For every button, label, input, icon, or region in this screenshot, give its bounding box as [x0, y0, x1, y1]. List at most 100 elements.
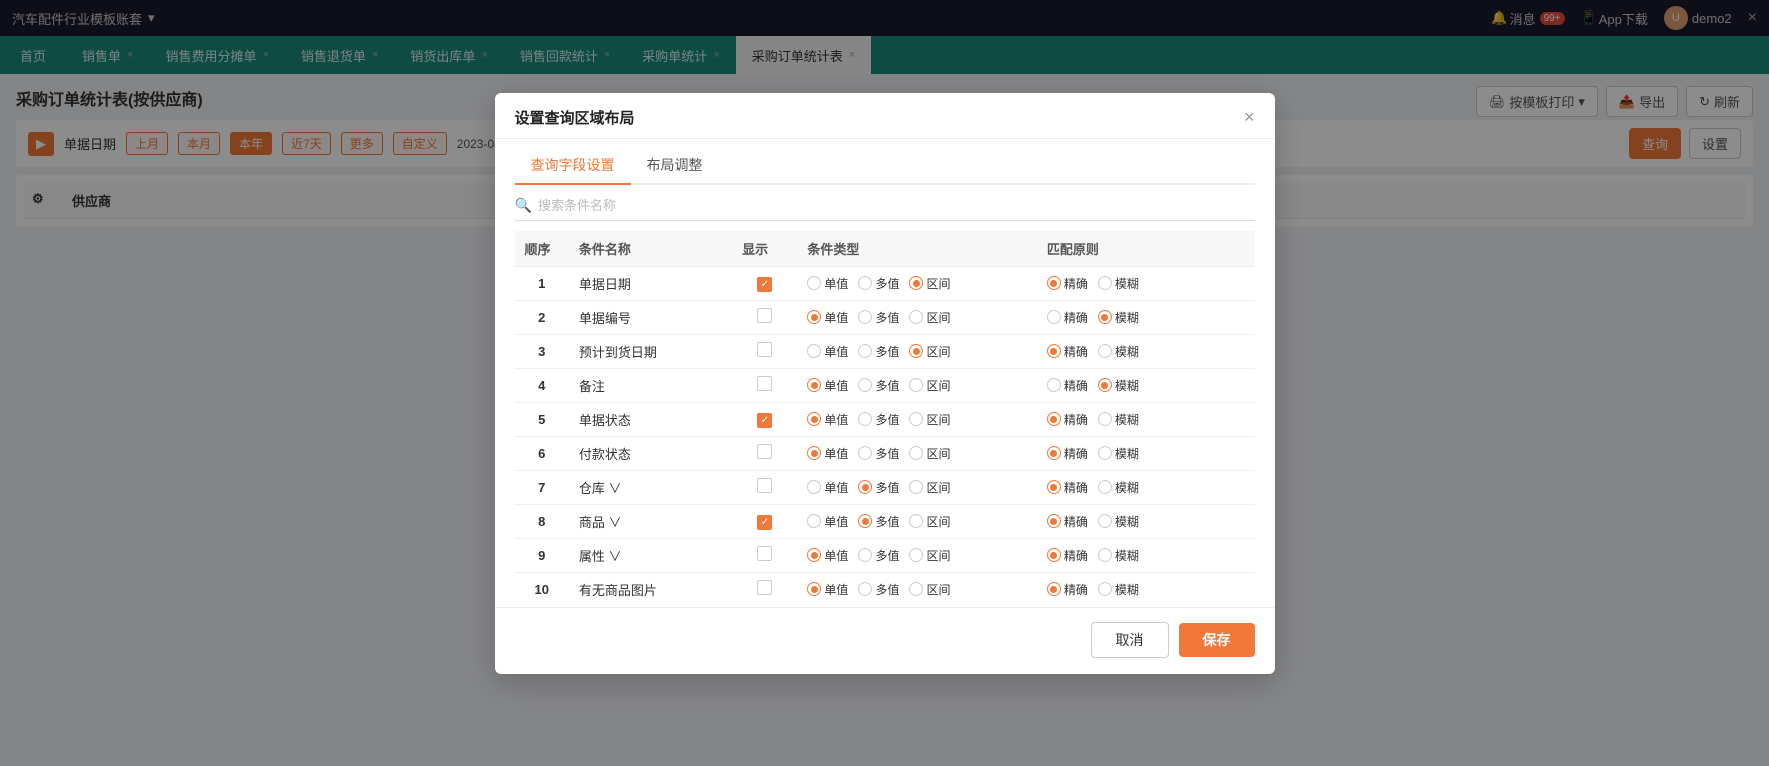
radio-type-区间[interactable]: 区间	[909, 479, 950, 496]
row-order: 4	[515, 368, 569, 402]
radio-label: 区间	[926, 445, 950, 462]
radio-type-多值[interactable]: 多值	[858, 275, 899, 292]
radio-match-精确[interactable]: 精确	[1047, 547, 1088, 564]
radio-match-精确[interactable]: 精确	[1047, 445, 1088, 462]
radio-match-模糊[interactable]: 模糊	[1098, 309, 1139, 326]
radio-match-精确[interactable]: 精确	[1047, 411, 1088, 428]
radio-match-模糊[interactable]: 模糊	[1098, 445, 1139, 462]
radio-circle	[909, 378, 923, 392]
radio-match-模糊[interactable]: 模糊	[1098, 479, 1139, 496]
radio-type-多值[interactable]: 多值	[858, 377, 899, 394]
radio-type-单值[interactable]: 单值	[807, 343, 848, 360]
row-display-checkbox[interactable]	[732, 368, 797, 402]
radio-type-区间[interactable]: 区间	[909, 513, 950, 530]
row-display-checkbox[interactable]	[732, 402, 797, 436]
radio-type-单值[interactable]: 单值	[807, 275, 848, 292]
row-display-checkbox[interactable]	[732, 504, 797, 538]
row-order: 6	[515, 436, 569, 470]
radio-match-模糊[interactable]: 模糊	[1098, 343, 1139, 360]
radio-type-区间[interactable]: 区间	[909, 581, 950, 597]
radio-match-精确[interactable]: 精确	[1047, 581, 1088, 597]
radio-match-精确[interactable]: 精确	[1047, 377, 1088, 394]
radio-label: 模糊	[1115, 275, 1139, 292]
radio-type-单值[interactable]: 单值	[807, 377, 848, 394]
radio-match-精确[interactable]: 精确	[1047, 343, 1088, 360]
radio-type-单值[interactable]: 单值	[807, 479, 848, 496]
row-type: 单值多值区间	[797, 300, 1036, 334]
radio-label: 精确	[1064, 377, 1088, 394]
radio-type-多值[interactable]: 多值	[858, 513, 899, 530]
radio-circle	[1098, 446, 1112, 460]
checkbox-display[interactable]	[757, 546, 772, 561]
row-display-checkbox[interactable]	[732, 572, 797, 597]
checkbox-display[interactable]	[757, 308, 772, 323]
radio-type-单值[interactable]: 单值	[807, 411, 848, 428]
radio-circle	[909, 310, 923, 324]
radio-circle	[858, 446, 872, 460]
checkbox-display[interactable]	[757, 515, 772, 530]
row-display-checkbox[interactable]	[732, 436, 797, 470]
radio-type-多值[interactable]: 多值	[858, 343, 899, 360]
th-display: 显示	[732, 231, 797, 267]
row-display-checkbox[interactable]	[732, 538, 797, 572]
radio-match-精确[interactable]: 精确	[1047, 513, 1088, 530]
tab-query-fields[interactable]: 查询字段设置	[515, 149, 631, 185]
radio-circle	[858, 480, 872, 494]
radio-match-模糊[interactable]: 模糊	[1098, 547, 1139, 564]
row-display-checkbox[interactable]	[732, 267, 797, 301]
radio-type-区间[interactable]: 区间	[909, 445, 950, 462]
row-display-checkbox[interactable]	[732, 334, 797, 368]
radio-label: 模糊	[1115, 411, 1139, 428]
radio-type-多值[interactable]: 多值	[858, 479, 899, 496]
radio-circle	[858, 276, 872, 290]
radio-type-多值[interactable]: 多值	[858, 547, 899, 564]
radio-type-区间[interactable]: 区间	[909, 309, 950, 326]
checkbox-display[interactable]	[757, 580, 772, 595]
dialog-title: 设置查询区域布局	[515, 107, 635, 128]
checkbox-display[interactable]	[757, 277, 772, 292]
radio-type-单值[interactable]: 单值	[807, 581, 848, 597]
checkbox-display[interactable]	[757, 376, 772, 391]
radio-type-多值[interactable]: 多值	[858, 411, 899, 428]
radio-match-模糊[interactable]: 模糊	[1098, 275, 1139, 292]
row-display-checkbox[interactable]	[732, 470, 797, 504]
radio-type-单值[interactable]: 单值	[807, 309, 848, 326]
row-order: 7	[515, 470, 569, 504]
row-type: 单值多值区间	[797, 572, 1036, 597]
radio-type-单值[interactable]: 单值	[807, 547, 848, 564]
radio-type-区间[interactable]: 区间	[909, 275, 950, 292]
radio-match-模糊[interactable]: 模糊	[1098, 377, 1139, 394]
radio-match-精确[interactable]: 精确	[1047, 479, 1088, 496]
radio-match-模糊[interactable]: 模糊	[1098, 581, 1139, 597]
tab-layout[interactable]: 布局调整	[631, 149, 719, 185]
radio-type-区间[interactable]: 区间	[909, 411, 950, 428]
radio-type-区间[interactable]: 区间	[909, 343, 950, 360]
radio-match-精确[interactable]: 精确	[1047, 309, 1088, 326]
dialog-close-button[interactable]: ×	[1244, 108, 1255, 126]
save-button[interactable]: 保存	[1179, 623, 1255, 657]
row-name: 商品 ∨	[569, 504, 732, 538]
checkbox-display[interactable]	[757, 342, 772, 357]
checkbox-display[interactable]	[757, 478, 772, 493]
radio-match-模糊[interactable]: 模糊	[1098, 411, 1139, 428]
checkbox-display[interactable]	[757, 444, 772, 459]
radio-type-多值[interactable]: 多值	[858, 445, 899, 462]
table-row: 2单据编号单值多值区间精确模糊	[515, 300, 1255, 334]
radio-type-区间[interactable]: 区间	[909, 547, 950, 564]
checkbox-display[interactable]	[757, 413, 772, 428]
table-row: 6付款状态单值多值区间精确模糊	[515, 436, 1255, 470]
radio-match-模糊[interactable]: 模糊	[1098, 513, 1139, 530]
radio-type-单值[interactable]: 单值	[807, 513, 848, 530]
radio-circle	[1047, 480, 1061, 494]
radio-type-区间[interactable]: 区间	[909, 377, 950, 394]
row-display-checkbox[interactable]	[732, 300, 797, 334]
table-row: 3预计到货日期单值多值区间精确模糊	[515, 334, 1255, 368]
radio-match-精确[interactable]: 精确	[1047, 275, 1088, 292]
radio-type-单值[interactable]: 单值	[807, 445, 848, 462]
search-input[interactable]	[538, 198, 718, 213]
radio-type-多值[interactable]: 多值	[858, 309, 899, 326]
row-order: 5	[515, 402, 569, 436]
radio-circle	[858, 344, 872, 358]
radio-type-多值[interactable]: 多值	[858, 581, 899, 597]
cancel-button[interactable]: 取消	[1091, 622, 1169, 658]
